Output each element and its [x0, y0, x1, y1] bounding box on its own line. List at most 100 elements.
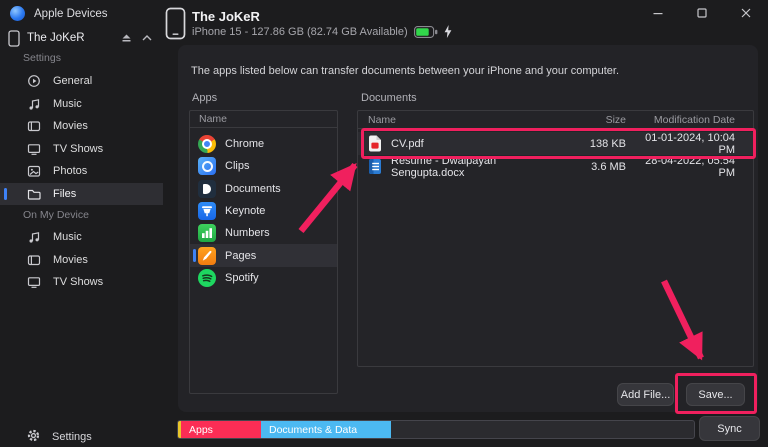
- storage-segment-label: Apps: [181, 424, 213, 436]
- maximize-icon: [697, 8, 707, 18]
- device-name: The JoKeR: [192, 9, 260, 24]
- app-row-clips[interactable]: Clips: [190, 155, 337, 177]
- sidebar-item-photos[interactable]: Photos: [0, 160, 163, 183]
- spotify-icon: [198, 269, 216, 287]
- sidebar-item-label: Music: [53, 98, 82, 110]
- pdf-file-icon: [368, 135, 382, 152]
- tv-icon: [26, 275, 41, 289]
- document-date: 28-04-2022, 05:54 PM: [626, 155, 753, 179]
- sidebar-item-label: Photos: [53, 165, 87, 177]
- sidebar-item-music[interactable]: Music: [0, 93, 163, 116]
- document-size: 138 KB: [556, 138, 626, 150]
- documents-size-column-header[interactable]: Size: [556, 114, 626, 126]
- window-controls: [636, 0, 768, 26]
- maximize-button[interactable]: [680, 0, 724, 26]
- clips-icon: [198, 157, 216, 175]
- file-sharing-description: The apps listed below can transfer docum…: [191, 65, 619, 77]
- document-date: 01-01-2024, 10:04 PM: [626, 132, 753, 156]
- battery-icon: [414, 26, 438, 38]
- sidebar-settings-list: General Music Movies TV Shows: [0, 70, 163, 205]
- close-icon: [741, 8, 751, 18]
- app-row-documents[interactable]: Documents: [190, 178, 337, 200]
- keynote-icon: [198, 202, 216, 220]
- charging-bolt-icon: [444, 25, 452, 38]
- storage-usage-bar: Apps Documents & Data: [177, 420, 695, 439]
- documents-icon: [198, 180, 216, 198]
- sidebar-item-label: Movies: [53, 120, 88, 132]
- music-icon: [26, 230, 41, 244]
- document-name: CV.pdf: [391, 138, 424, 150]
- sidebar-item-general[interactable]: General: [0, 70, 163, 93]
- document-size: 3.6 MB: [556, 161, 626, 173]
- app-label: Clips: [225, 160, 249, 172]
- storage-segment-label: Documents & Data: [261, 424, 357, 436]
- movies-icon: [26, 253, 41, 267]
- sidebar-item-label: General: [53, 75, 92, 87]
- settings-button[interactable]: Settings: [26, 428, 92, 446]
- minimize-button[interactable]: [636, 0, 680, 26]
- app-row-pages[interactable]: Pages: [190, 244, 337, 266]
- document-name: Resume - Dwaipayan Sengupta.docx: [391, 155, 556, 179]
- sidebar-item-label: Music: [53, 231, 82, 243]
- close-button[interactable]: [724, 0, 768, 26]
- sidebar-device-name: The JoKeR: [27, 32, 121, 44]
- app-label: Keynote: [225, 205, 265, 217]
- sidebar-device-list: Music Movies TV Shows: [0, 226, 163, 294]
- sidebar-section-settings: Settings: [23, 52, 61, 64]
- word-file-icon: [368, 158, 382, 175]
- app-label: Documents: [225, 183, 281, 195]
- iphone-icon: [8, 30, 20, 47]
- device-header-iphone-icon: [165, 7, 186, 43]
- app-label: Pages: [225, 250, 256, 262]
- numbers-icon: [198, 224, 216, 242]
- sidebar-item-tv-shows[interactable]: TV Shows: [0, 138, 163, 161]
- app-row-chrome[interactable]: Chrome: [190, 133, 337, 155]
- sidebar-item-movies[interactable]: Movies: [0, 115, 163, 138]
- chrome-icon: [198, 135, 216, 153]
- app-row-keynote[interactable]: Keynote: [190, 200, 337, 222]
- save-button[interactable]: Save...: [686, 383, 745, 406]
- documents-table: Name Size Modification Date CV.pdf 138 K…: [357, 110, 754, 367]
- device-info-text: iPhone 15 - 127.86 GB (82.74 GB Availabl…: [192, 26, 408, 38]
- settings-label: Settings: [52, 431, 92, 443]
- selection-indicator: [193, 249, 196, 262]
- apps-table: Name Chrome Clips Documents: [189, 110, 338, 394]
- add-file-button[interactable]: Add File...: [617, 383, 674, 406]
- sidebar-item-device-music[interactable]: Music: [0, 226, 163, 249]
- documents-panel-label: Documents: [361, 92, 417, 104]
- sidebar-section-on-my-device: On My Device: [23, 209, 89, 221]
- sidebar-item-label: TV Shows: [53, 276, 103, 288]
- sidebar-item-label: Files: [53, 188, 76, 200]
- file-sharing-panel: The apps listed below can transfer docum…: [178, 45, 758, 412]
- folder-icon: [26, 187, 41, 201]
- app-label: Numbers: [225, 227, 270, 239]
- documents-date-column-header[interactable]: Modification Date: [626, 114, 753, 126]
- document-row-cv-pdf[interactable]: CV.pdf 138 KB 01-01-2024, 10:04 PM: [358, 132, 753, 155]
- app-label: Spotify: [225, 272, 259, 284]
- sidebar-device-row[interactable]: The JoKeR: [8, 28, 156, 48]
- general-icon: [26, 74, 41, 88]
- apps-name-column-header[interactable]: Name: [190, 111, 337, 128]
- apps-panel-label: Apps: [192, 92, 217, 104]
- chevron-up-icon[interactable]: [142, 35, 152, 41]
- photos-icon: [26, 164, 41, 178]
- selection-indicator: [4, 188, 7, 201]
- sync-button[interactable]: Sync: [699, 416, 760, 441]
- document-row-resume-docx[interactable]: Resume - Dwaipayan Sengupta.docx 3.6 MB …: [358, 155, 753, 178]
- sidebar-item-device-tv-shows[interactable]: TV Shows: [0, 271, 163, 294]
- pages-icon: [198, 247, 216, 265]
- music-icon: [26, 97, 41, 111]
- sidebar-item-device-movies[interactable]: Movies: [0, 249, 163, 272]
- documents-name-column-header[interactable]: Name: [358, 114, 556, 126]
- gear-icon: [26, 428, 41, 446]
- storage-segment-documents-data: Documents & Data: [261, 421, 391, 438]
- app-row-spotify[interactable]: Spotify: [190, 267, 337, 289]
- movies-icon: [26, 119, 41, 133]
- app-window: Apple Devices The JoKeR: [0, 0, 768, 447]
- sidebar-item-files[interactable]: Files: [0, 183, 163, 206]
- minimize-icon: [653, 8, 663, 18]
- eject-icon[interactable]: [121, 33, 132, 43]
- sidebar-item-label: Movies: [53, 254, 88, 266]
- app-row-numbers[interactable]: Numbers: [190, 222, 337, 244]
- sidebar: The JoKeR Settings General: [0, 0, 163, 447]
